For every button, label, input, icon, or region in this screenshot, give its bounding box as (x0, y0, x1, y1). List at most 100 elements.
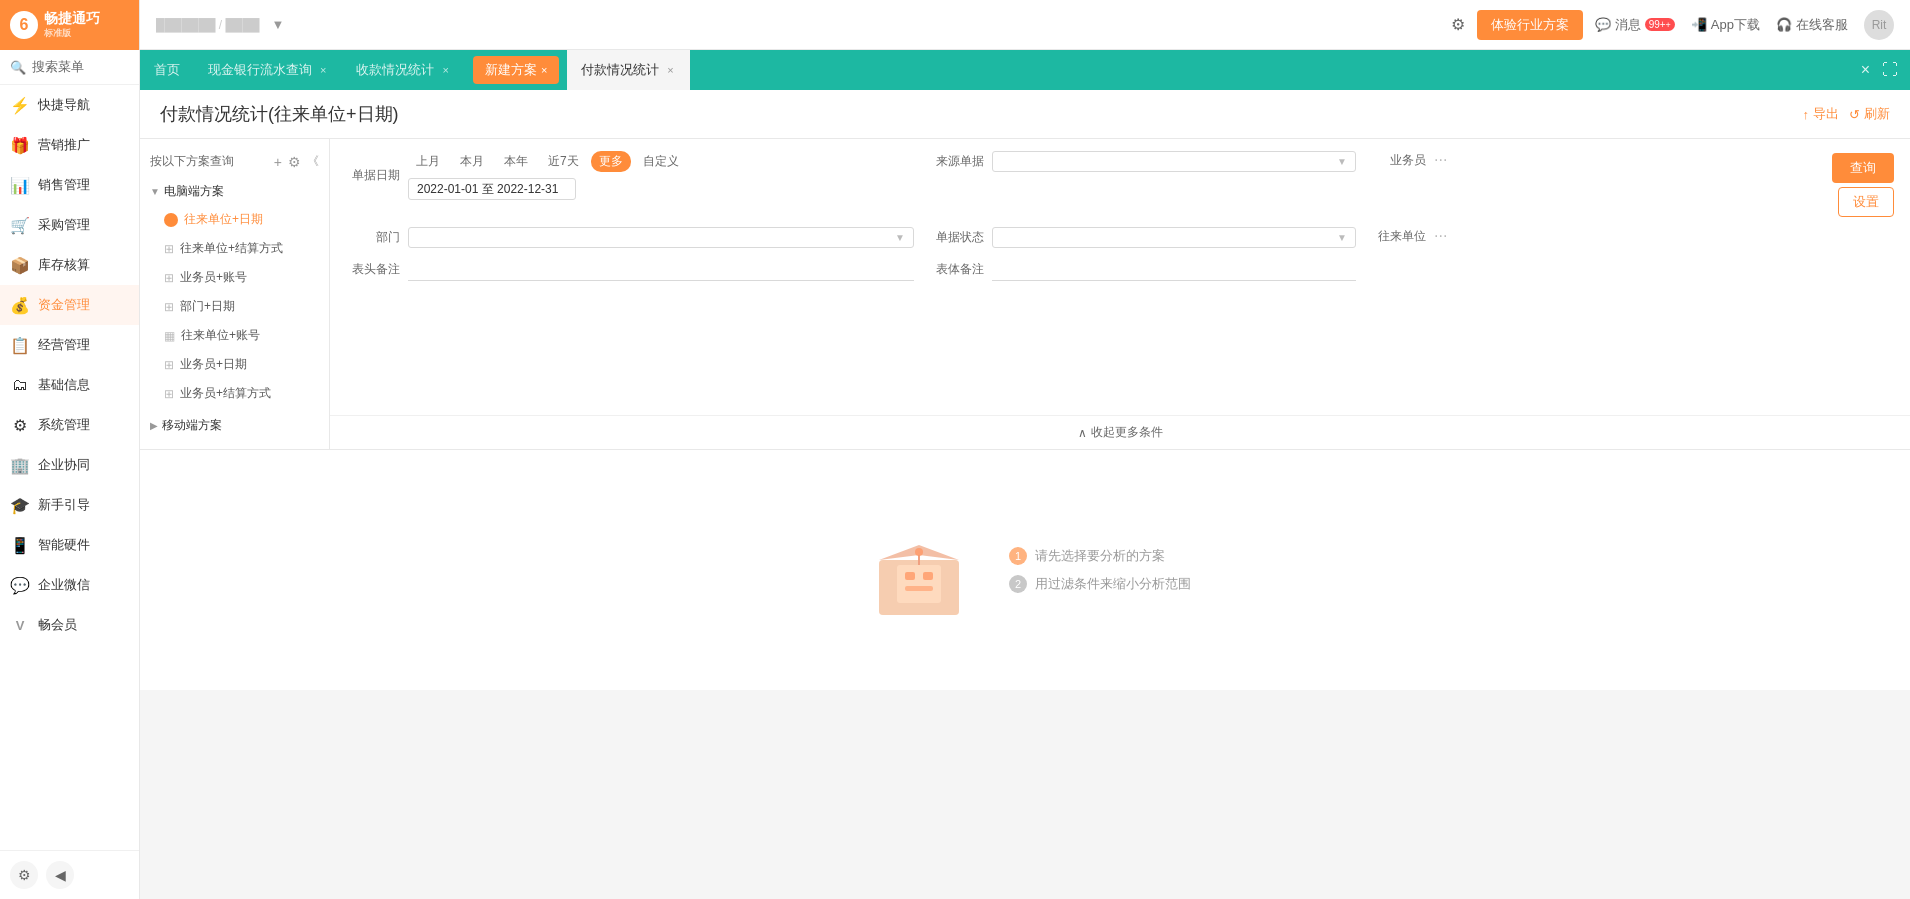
collapse-more-button[interactable]: ∧ 收起更多条件 (330, 415, 1910, 449)
scheme-add-icon[interactable]: + (274, 154, 282, 170)
topbar: ███████ / ████ ▼ ⚙ 体验行业方案 💬 消息 99++ 📲 Ap… (140, 0, 1910, 50)
basics-icon: 🗂 (10, 375, 30, 395)
sidebar-settings-button[interactable]: ⚙ (10, 861, 38, 889)
date-label: 单据日期 (346, 167, 400, 184)
date-option-custom[interactable]: 自定义 (635, 151, 687, 172)
scheme-settings-icon[interactable]: ⚙ (288, 154, 301, 170)
date-option-this-year[interactable]: 本年 (496, 151, 536, 172)
sidebar-item-label: 快捷导航 (38, 96, 90, 114)
main-area: ███████ / ████ ▼ ⚙ 体验行业方案 💬 消息 99++ 📲 Ap… (140, 0, 1910, 899)
empty-step-1: 1 请先选择要分析的方案 (1009, 547, 1191, 565)
sidebar-collapse-button[interactable]: ◀ (46, 861, 74, 889)
sidebar-item-guide[interactable]: 🎓 新手引导 (0, 485, 139, 525)
scheme-item-dept-date[interactable]: ⊞ 部门+日期 (140, 292, 329, 321)
tab-new-scheme[interactable]: 新建方案 × (473, 56, 559, 84)
date-range-input[interactable] (408, 178, 576, 200)
table-header-note-input[interactable] (408, 258, 914, 281)
date-option-last-month[interactable]: 上月 (408, 151, 448, 172)
customer-service-button[interactable]: 🎧 在线客服 (1776, 16, 1848, 34)
tab-bank-flow-label: 现金银行流水查询 (208, 61, 312, 79)
vip-icon: V (10, 615, 30, 635)
tab-bank-flow[interactable]: 现金银行流水查询 × (194, 50, 342, 90)
sidebar-nav: ⚡ 快捷导航 🎁 营销推广 📊 销售管理 🛒 采购管理 📦 库存核算 💰 资金管… (0, 85, 139, 850)
svg-rect-6 (905, 586, 933, 591)
date-option-this-month[interactable]: 本月 (452, 151, 492, 172)
filter-row-3: 表头备注 表体备注 (346, 258, 1894, 281)
scheme-item-label: 往来单位+结算方式 (180, 240, 283, 257)
hardware-icon: 📱 (10, 535, 30, 555)
filter-area: 单据日期 上月 本月 本年 近7天 更多 自定义 (330, 139, 1910, 415)
scheme-mobile-group-header[interactable]: ▶ 移动端方案 (140, 412, 329, 439)
messages-button[interactable]: 💬 消息 99++ (1595, 16, 1675, 34)
sidebar-item-wechat[interactable]: 💬 企业微信 (0, 565, 139, 605)
finance-icon: 💰 (10, 295, 30, 315)
app-download-button[interactable]: 📲 App下载 (1691, 16, 1760, 34)
tab-maximize-icon[interactable]: ⛶ (1878, 57, 1902, 83)
export-icon: ↑ (1803, 107, 1810, 122)
scheme-item-counterpart-date[interactable]: 往来单位+日期 (140, 205, 329, 234)
sidebar-item-label: 采购管理 (38, 216, 90, 234)
app-name-block: 畅捷通巧 标准版 (44, 10, 100, 40)
scheme-item-table-icon: ⊞ (164, 387, 174, 401)
sidebar-item-sales[interactable]: 📊 销售管理 (0, 165, 139, 205)
scheme-item-counterpart-settle[interactable]: ⊞ 往来单位+结算方式 (140, 234, 329, 263)
sidebar-item-finance[interactable]: 💰 资金管理 (0, 285, 139, 325)
scheme-item-label: 部门+日期 (180, 298, 235, 315)
search-menu[interactable]: 🔍 搜索菜单 (0, 50, 139, 85)
table-body-note-input[interactable] (992, 258, 1356, 281)
messages-badge: 99++ (1645, 18, 1675, 31)
refresh-button[interactable]: ↺ 刷新 (1849, 105, 1890, 123)
filter-field-doc-status: 单据状态 ▼ (930, 227, 1356, 248)
scheme-pc-group-header[interactable]: ▼ 电脑端方案 (140, 178, 329, 205)
sidebar-item-marketing[interactable]: 🎁 营销推广 (0, 125, 139, 165)
filter-field-date: 单据日期 上月 本月 本年 近7天 更多 自定义 (346, 151, 914, 200)
tab-home-label: 首页 (154, 61, 180, 79)
dept-arrow-icon: ▼ (895, 232, 905, 243)
counterpart-dotdotdot[interactable]: ··· (1434, 227, 1447, 245)
scheme-item-label: 业务员+日期 (180, 356, 247, 373)
scheme-collapse-icon[interactable]: 《 (307, 153, 319, 170)
trial-button[interactable]: 体验行业方案 (1477, 10, 1583, 40)
tab-payment-stats-close[interactable]: × (665, 64, 675, 77)
scheme-item-label: 往来单位+日期 (184, 211, 263, 228)
sidebar-item-quick-nav[interactable]: ⚡ 快捷导航 (0, 85, 139, 125)
source-doc-select[interactable]: ▼ (992, 151, 1356, 172)
staff-dotdotdot[interactable]: ··· (1434, 151, 1447, 169)
sidebar-item-vip[interactable]: V 畅会员 (0, 605, 139, 645)
tab-receivables[interactable]: 收款情况统计 × (342, 50, 464, 90)
sidebar-item-purchase[interactable]: 🛒 采购管理 (0, 205, 139, 245)
topbar-settings-icon[interactable]: ⚙ (1451, 15, 1465, 34)
sidebar-item-system[interactable]: ⚙ 系统管理 (0, 405, 139, 445)
export-button[interactable]: ↑ 导出 (1803, 105, 1840, 123)
dept-select[interactable]: ▼ (408, 227, 914, 248)
sidebar-logo: 6 畅捷通巧 标准版 (0, 0, 139, 50)
sidebar-item-hardware[interactable]: 📱 智能硬件 (0, 525, 139, 565)
filter-settings-button[interactable]: 设置 (1838, 187, 1894, 217)
tab-payment-stats[interactable]: 付款情况统计 × (567, 50, 689, 90)
query-button[interactable]: 查询 (1832, 153, 1894, 183)
sidebar-item-inventory[interactable]: 📦 库存核算 (0, 245, 139, 285)
topbar-chevron-icon[interactable]: ▼ (272, 17, 285, 32)
date-option-last-7[interactable]: 近7天 (540, 151, 587, 172)
sidebar-item-basics[interactable]: 🗂 基础信息 (0, 365, 139, 405)
doc-status-select[interactable]: ▼ (992, 227, 1356, 248)
date-option-more[interactable]: 更多 (591, 151, 631, 172)
scheme-item-staff-date[interactable]: ⊞ 业务员+日期 (140, 350, 329, 379)
sidebar-item-enterprise[interactable]: 🏢 企业协同 (0, 445, 139, 485)
scheme-item-table-icon: ⊞ (164, 271, 174, 285)
user-avatar[interactable]: Rit (1864, 10, 1894, 40)
scheme-item-counterpart-account[interactable]: ▦ 往来单位+账号 (140, 321, 329, 350)
enterprise-icon: 🏢 (10, 455, 30, 475)
sidebar-item-operations[interactable]: 📋 经营管理 (0, 325, 139, 365)
tab-new-scheme-close[interactable]: × (541, 64, 547, 76)
tab-receivables-close[interactable]: × (440, 64, 450, 77)
sidebar-item-label: 资金管理 (38, 296, 90, 314)
tab-close-all-icon[interactable]: × (1857, 57, 1874, 83)
search-icon: 🔍 (10, 60, 26, 75)
scheme-mobile-arrow-icon: ▶ (150, 420, 158, 431)
tab-bank-flow-close[interactable]: × (318, 64, 328, 77)
scheme-item-staff-account[interactable]: ⊞ 业务员+账号 (140, 263, 329, 292)
scheme-item-staff-settle[interactable]: ⊞ 业务员+结算方式 (140, 379, 329, 408)
tab-home[interactable]: 首页 (140, 50, 194, 90)
collapse-label: 收起更多条件 (1091, 424, 1163, 441)
